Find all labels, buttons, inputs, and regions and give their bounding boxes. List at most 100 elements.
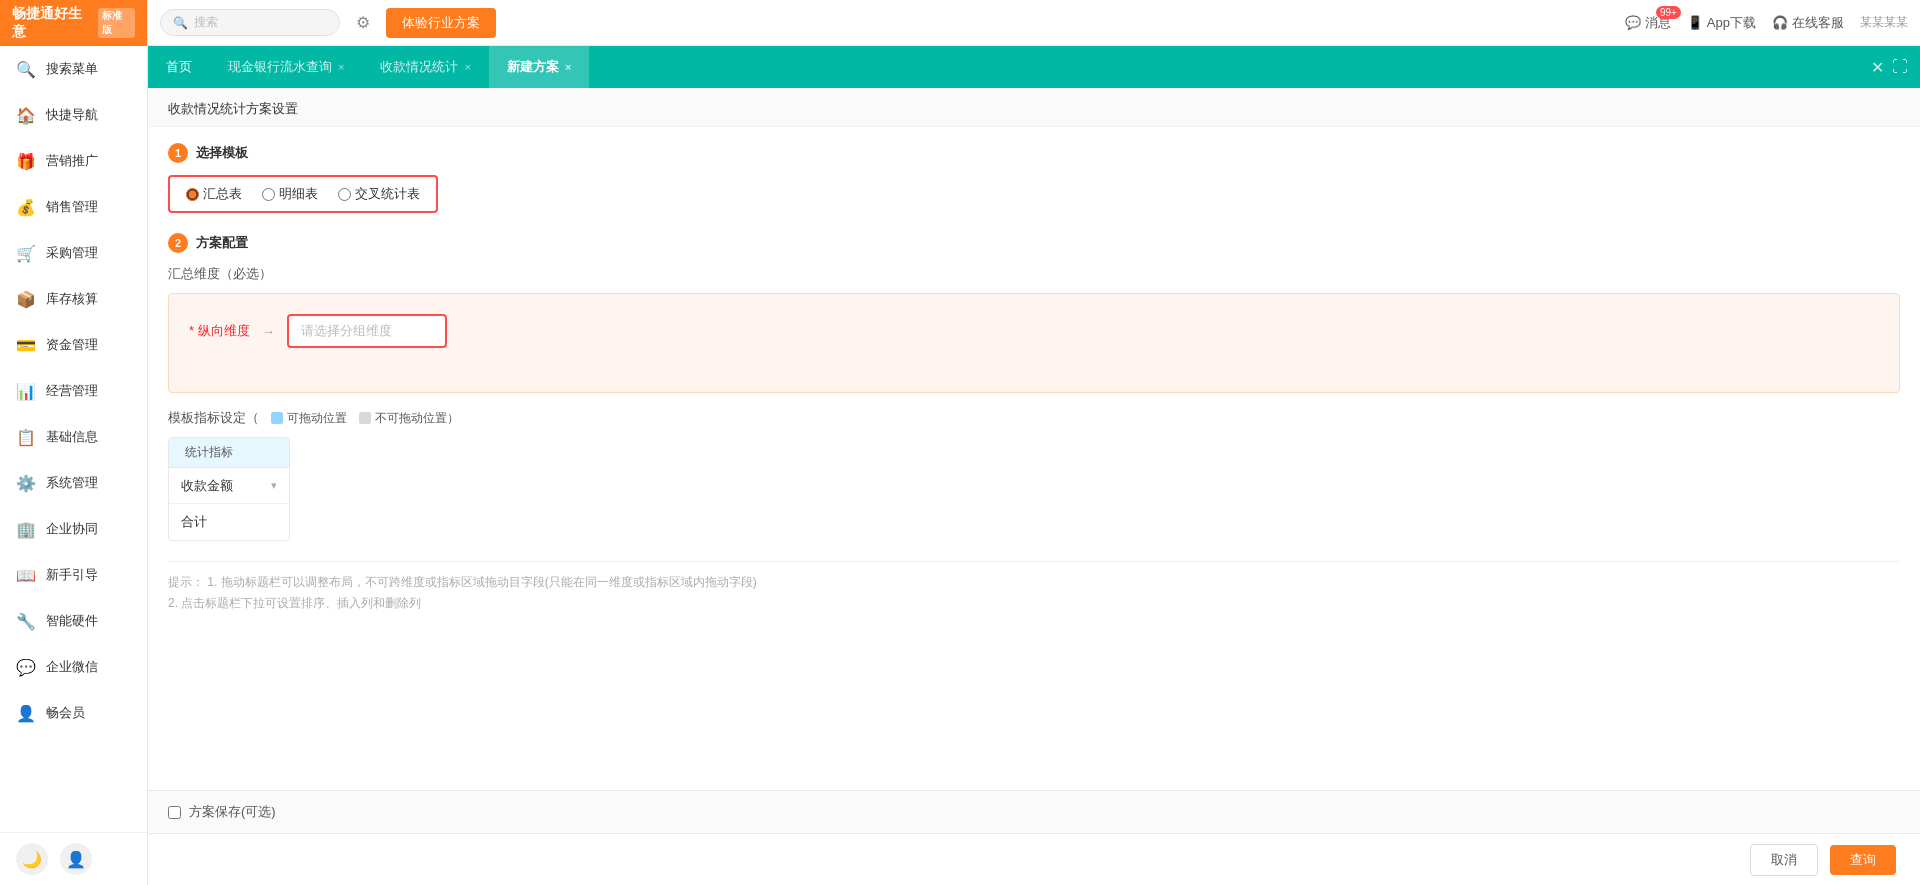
radio-detail[interactable]: 明细表 [262,185,318,203]
sidebar-item-inventory[interactable]: 📦 库存核算 [0,276,147,322]
dimension-select[interactable]: 请选择分组维度 [287,314,447,348]
tab-maximize-btn[interactable]: ⛶ [1892,58,1908,76]
basic-info-icon: 📋 [16,428,36,447]
search-icon: 🔍 [173,16,188,30]
tab-bank-flow-close[interactable]: × [338,61,344,73]
radio-crosstab[interactable]: 交叉统计表 [338,185,420,203]
tab-home[interactable]: 首页 [148,46,210,88]
sidebar-item-wechat[interactable]: 💬 企业微信 [0,644,147,690]
sidebar-item-basic-info[interactable]: 📋 基础信息 [0,414,147,460]
sidebar-item-system[interactable]: ⚙️ 系统管理 [0,460,147,506]
tab-bank-flow[interactable]: 现金银行流水查询 × [210,46,362,88]
draggable-badge: 可拖动位置 [271,410,347,427]
non-draggable-label: 不可拖动位置） [375,410,459,427]
tab-home-label: 首页 [166,58,192,76]
cancel-button[interactable]: 取消 [1750,844,1818,876]
sidebar-item-purchase[interactable]: 🛒 采购管理 [0,230,147,276]
indicator-item-label-0: 收款金额 [181,477,233,495]
main-area: 🔍 搜索 ⚙ 体验行业方案 💬 消息 99+ 📱 App下载 🎧 在线客服 某某… [148,0,1920,885]
sidebar-item-label: 快捷导航 [46,106,98,124]
sidebar-item-finance[interactable]: 💳 资金管理 [0,322,147,368]
radio-crosstab-label: 交叉统计表 [355,185,420,203]
step2-section: 2 方案配置 汇总维度（必选） * 纵向维度 → 请选择分组维度 [168,233,1900,612]
step2-header: 2 方案配置 [168,233,1900,253]
dimension-placeholder: 请选择分组维度 [301,323,392,338]
radio-summary-label: 汇总表 [203,185,242,203]
indicator-item-label-1: 合计 [181,513,207,531]
sidebar-item-label: 基础信息 [46,428,98,446]
wechat-icon: 💬 [16,658,36,677]
sidebar-bottom: 🌙 👤 [0,832,147,885]
step1-section: 1 选择模板 汇总表 明细表 [168,143,1900,213]
tab-collection-stats-close[interactable]: × [464,61,470,73]
step1-header: 1 选择模板 [168,143,1900,163]
hardware-icon: 🔧 [16,612,36,631]
inventory-icon: 📦 [16,290,36,309]
trial-button[interactable]: 体验行业方案 [386,8,496,38]
query-button[interactable]: 查询 [1830,845,1896,875]
save-checkbox[interactable] [168,806,181,819]
download-btn[interactable]: 📱 App下载 [1687,14,1756,32]
tab-close-all-btn[interactable]: ✕ [1871,58,1884,77]
indicator-item-1[interactable]: 合计 [169,504,289,540]
sidebar-item-label: 企业微信 [46,658,98,676]
radio-detail-input[interactable] [262,188,275,201]
dimension-row: * 纵向维度 → 请选择分组维度 [189,314,1879,348]
sidebar-bottom-icon2[interactable]: 👤 [60,843,92,875]
finance-icon: 💳 [16,336,36,355]
sidebar-item-quick-nav[interactable]: 🏠 快捷导航 [0,92,147,138]
system-icon: ⚙️ [16,474,36,493]
page-header: 收款情况统计方案设置 [148,88,1920,127]
service-btn[interactable]: 🎧 在线客服 [1772,14,1844,32]
settings-icon[interactable]: ⚙ [356,13,370,32]
radio-detail-label: 明细表 [279,185,318,203]
sidebar: 畅捷通好生意 标准版 🔍 搜索菜单 🏠 快捷导航 🎁 营销推广 💰 销售管理 🛒… [0,0,148,885]
tab-collection-stats-label: 收款情况统计 [380,58,458,76]
radio-summary[interactable]: 汇总表 [186,185,242,203]
dimension-arrow: → [262,324,275,339]
indicator-dropdown-arrow: ▾ [271,479,277,492]
sidebar-item-guide[interactable]: 📖 新手引导 [0,552,147,598]
search-menu-icon: 🔍 [16,60,36,79]
sidebar-item-label: 系统管理 [46,474,98,492]
dimension-area: * 纵向维度 → 请选择分组维度 [168,293,1900,393]
tabbar: 首页 现金银行流水查询 × 收款情况统计 × 新建方案 × ✕ ⛶ [148,46,1920,88]
sidebar-item-hardware[interactable]: 🔧 智能硬件 [0,598,147,644]
sidebar-item-enterprise[interactable]: 🏢 企业协同 [0,506,147,552]
indicator-item-0[interactable]: 收款金额 ▾ [169,468,289,504]
radio-summary-input[interactable] [186,188,199,201]
sidebar-item-search-menu[interactable]: 🔍 搜索菜单 [0,46,147,92]
step1-title: 选择模板 [196,144,248,162]
sidebar-item-label: 采购管理 [46,244,98,262]
sidebar-item-member[interactable]: 👤 畅会员 [0,690,147,736]
step2-number: 2 [168,233,188,253]
page-footer: 方案保存(可选) [148,790,1920,833]
tip1: 提示： 1. 拖动标题栏可以调整布局，不可跨维度或指标区域拖动目字段(只能在同一… [168,574,1900,591]
page-body: 1 选择模板 汇总表 明细表 [148,127,1920,790]
radio-crosstab-input[interactable] [338,188,351,201]
search-box[interactable]: 🔍 搜索 [160,9,340,36]
tips-prefix: 提示： [168,575,204,589]
sidebar-item-label: 资金管理 [46,336,98,354]
tab-new-plan[interactable]: 新建方案 × [489,46,589,88]
tab-collection-stats[interactable]: 收款情况统计 × [362,46,488,88]
step1-number: 1 [168,143,188,163]
tab-new-plan-close[interactable]: × [565,61,571,73]
non-draggable-badge: 不可拖动位置） [359,410,459,427]
tip2: 2. 点击标题栏下拉可设置排序、插入列和删除列 [168,595,1900,612]
indicator-section-label: 统计指标 [169,438,289,468]
sidebar-bottom-icon1[interactable]: 🌙 [16,843,48,875]
sidebar-item-sales[interactable]: 💰 销售管理 [0,184,147,230]
topbar-right: 💬 消息 99+ 📱 App下载 🎧 在线客服 某某某某 [1625,14,1908,32]
sidebar-item-marketing[interactable]: 🎁 营销推广 [0,138,147,184]
sidebar-item-label: 库存核算 [46,290,98,308]
bottom-bar: 取消 查询 [148,833,1920,885]
message-count: 99+ [1656,6,1681,19]
message-badge[interactable]: 💬 消息 99+ [1625,14,1671,32]
page-inner: 收款情况统计方案设置 1 选择模板 汇总表 [148,88,1920,833]
sidebar-item-label: 畅会员 [46,704,85,722]
sidebar-item-label: 智能硬件 [46,612,98,630]
indicator-settings-header: 模板指标设定（ 可拖动位置 不可拖动位置） [168,409,1900,427]
config-section: 汇总维度（必选） * 纵向维度 → 请选择分组维度 [168,265,1900,541]
sidebar-item-operations[interactable]: 📊 经营管理 [0,368,147,414]
